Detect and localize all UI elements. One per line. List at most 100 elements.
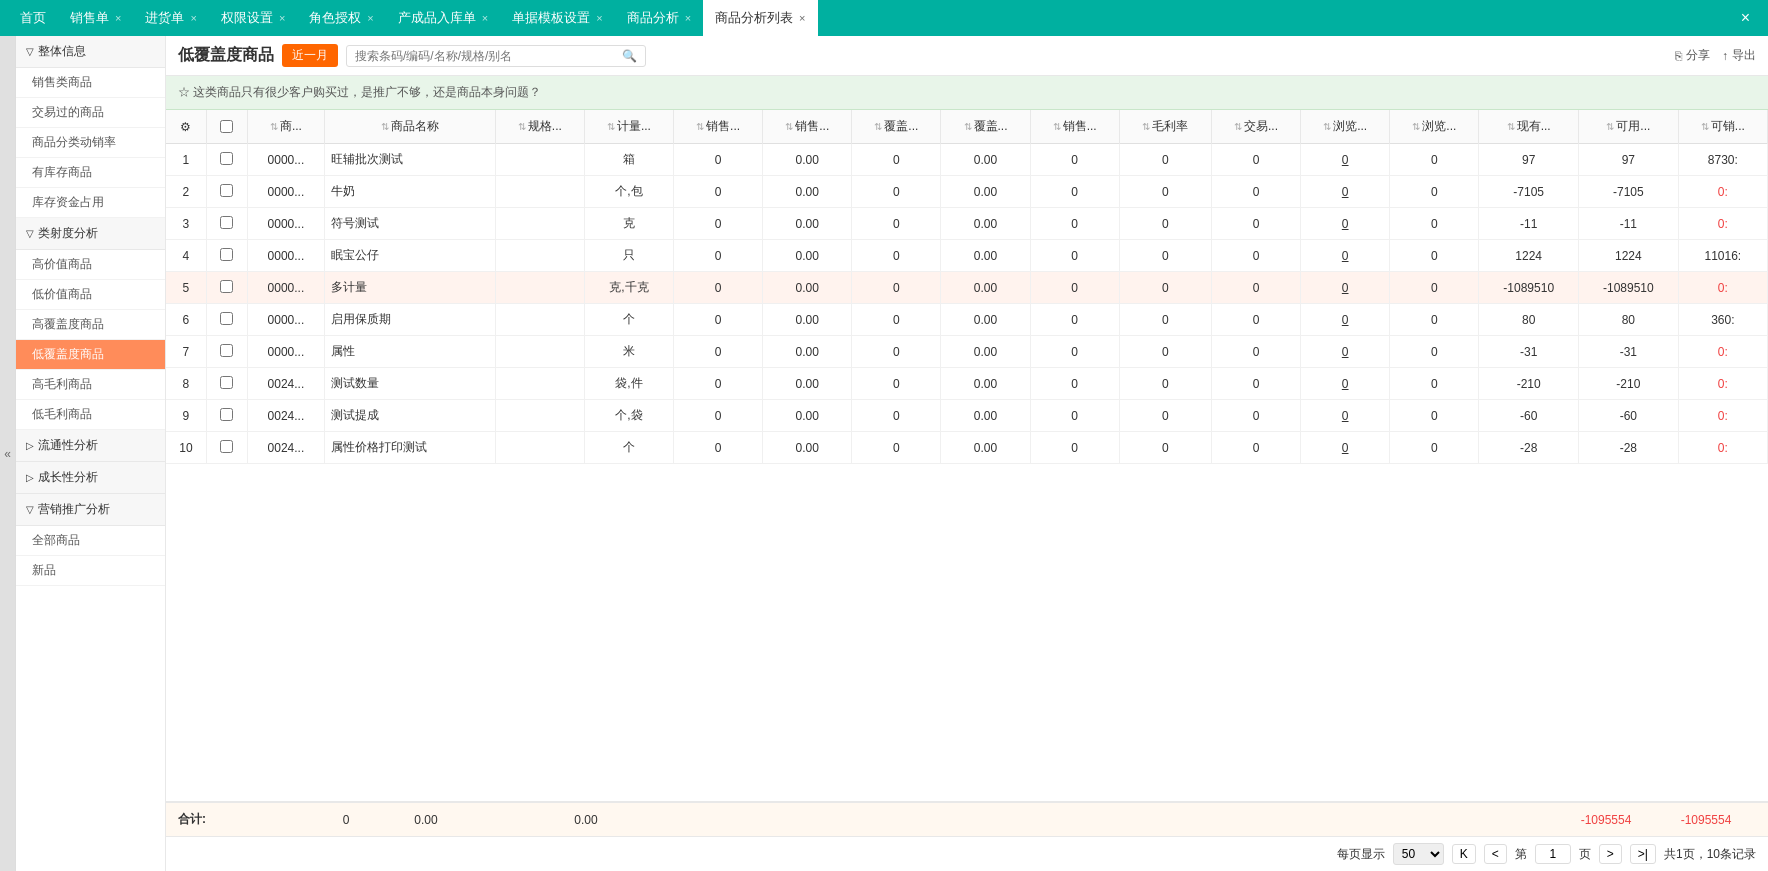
nav-template-settings[interactable]: 单据模板设置 × [500, 0, 614, 36]
sidebar-item-low-value[interactable]: 低价值商品 [16, 280, 165, 310]
th-browse2[interactable]: ⇅浏览... [1390, 110, 1479, 144]
cell-checkbox[interactable] [206, 208, 247, 240]
close-icon[interactable]: × [115, 12, 121, 24]
cell-checkbox[interactable] [206, 272, 247, 304]
row-checkbox[interactable] [220, 216, 233, 229]
sidebar-section-marketing[interactable]: ▽ 营销推广分析 [16, 494, 165, 526]
first-page-button[interactable]: K [1452, 844, 1476, 864]
sidebar-item-capital-occupation[interactable]: 库存资金占用 [16, 188, 165, 218]
close-icon[interactable]: × [685, 12, 691, 24]
nav-product-analysis[interactable]: 商品分析 × [615, 0, 703, 36]
cell-browse1[interactable]: 0 [1301, 272, 1390, 304]
nav-product-analysis-list[interactable]: 商品分析列表 × [703, 0, 817, 36]
th-saleable[interactable]: ⇅可销... [1678, 110, 1767, 144]
sidebar-item-traded-products[interactable]: 交易过的商品 [16, 98, 165, 128]
nav-purchase[interactable]: 进货单 × [133, 0, 208, 36]
sidebar-toggle-button[interactable]: « [0, 36, 16, 871]
th-cover1[interactable]: ⇅覆盖... [852, 110, 941, 144]
close-icon[interactable]: × [190, 12, 196, 24]
next-page-button[interactable]: > [1599, 844, 1622, 864]
sidebar-item-high-coverage[interactable]: 高覆盖度商品 [16, 310, 165, 340]
cell-browse1[interactable]: 0 [1301, 208, 1390, 240]
sidebar-item-new-products[interactable]: 新品 [16, 556, 165, 586]
cell-browse1[interactable]: 0 [1301, 400, 1390, 432]
close-icon[interactable]: × [482, 12, 488, 24]
row-checkbox[interactable] [220, 184, 233, 197]
th-checkbox[interactable] [206, 110, 247, 144]
cell-checkbox[interactable] [206, 144, 247, 176]
cell-browse1[interactable]: 0 [1301, 304, 1390, 336]
close-icon-active[interactable]: × [799, 12, 805, 24]
sidebar-section-quality[interactable]: ▽ 类射度分析 [16, 218, 165, 250]
sidebar-item-high-value[interactable]: 高价值商品 [16, 250, 165, 280]
table-wrapper[interactable]: ⚙ ⇅商... ⇅商品名称 ⇅规格... ⇅计量... ⇅销售... ⇅销售..… [166, 110, 1768, 801]
th-sales-amt[interactable]: ⇅销售... [763, 110, 852, 144]
row-checkbox[interactable] [220, 280, 233, 293]
cell-checkbox[interactable] [206, 432, 247, 464]
cell-browse1[interactable]: 0 [1301, 144, 1390, 176]
th-unit[interactable]: ⇅计量... [584, 110, 673, 144]
sidebar-section-overall[interactable]: ▽ 整体信息 [16, 36, 165, 68]
sidebar-section-flow[interactable]: ▷ 流通性分析 [16, 430, 165, 462]
row-checkbox[interactable] [220, 312, 233, 325]
row-checkbox[interactable] [220, 440, 233, 453]
nav-home[interactable]: 首页 [8, 0, 58, 36]
cell-browse1[interactable]: 0 [1301, 432, 1390, 464]
row-checkbox[interactable] [220, 248, 233, 261]
close-all-button[interactable]: × [1731, 9, 1760, 27]
th-available-stock[interactable]: ⇅可用... [1579, 110, 1679, 144]
prev-page-button[interactable]: < [1484, 844, 1507, 864]
th-code[interactable]: ⇅商... [247, 110, 325, 144]
close-icon[interactable]: × [279, 12, 285, 24]
cell-checkbox[interactable] [206, 304, 247, 336]
share-button[interactable]: ⎘ 分享 [1675, 47, 1710, 64]
nav-roles[interactable]: 角色授权 × [297, 0, 385, 36]
close-icon[interactable]: × [367, 12, 373, 24]
th-sales-qty[interactable]: ⇅销售... [674, 110, 763, 144]
cell-checkbox[interactable] [206, 240, 247, 272]
cell-checkbox[interactable] [206, 336, 247, 368]
cell-cover1: 0 [852, 400, 941, 432]
th-margin[interactable]: ⇅毛利率 [1119, 110, 1211, 144]
cell-checkbox[interactable] [206, 176, 247, 208]
select-all-checkbox[interactable] [220, 120, 233, 133]
row-checkbox[interactable] [220, 152, 233, 165]
th-sales3[interactable]: ⇅销售... [1030, 110, 1119, 144]
row-checkbox[interactable] [220, 408, 233, 421]
sidebar-section-growth[interactable]: ▷ 成长性分析 [16, 462, 165, 494]
cell-browse2: 0 [1390, 240, 1479, 272]
sidebar-item-high-margin[interactable]: 高毛利商品 [16, 370, 165, 400]
row-checkbox[interactable] [220, 344, 233, 357]
sidebar-item-low-margin[interactable]: 低毛利商品 [16, 400, 165, 430]
sidebar-item-category-turnover[interactable]: 商品分类动销率 [16, 128, 165, 158]
page-size-select[interactable]: 10 20 50 100 [1393, 843, 1444, 865]
cell-browse1[interactable]: 0 [1301, 336, 1390, 368]
th-browse1[interactable]: ⇅浏览... [1301, 110, 1390, 144]
th-current-stock[interactable]: ⇅现有... [1479, 110, 1579, 144]
th-name[interactable]: ⇅商品名称 [325, 110, 495, 144]
th-cover2[interactable]: ⇅覆盖... [941, 110, 1030, 144]
th-trade[interactable]: ⇅交易... [1211, 110, 1300, 144]
cell-browse1[interactable]: 0 [1301, 240, 1390, 272]
search-input[interactable] [355, 49, 622, 63]
row-checkbox[interactable] [220, 376, 233, 389]
nav-sales[interactable]: 销售单 × [58, 0, 133, 36]
cell-checkbox[interactable] [206, 400, 247, 432]
sidebar-item-low-coverage[interactable]: 低覆盖度商品 [16, 340, 165, 370]
th-spec[interactable]: ⇅规格... [495, 110, 584, 144]
page-number-input[interactable] [1535, 844, 1571, 864]
export-button[interactable]: ↑ 导出 [1722, 47, 1756, 64]
cell-saleable: 8730: [1678, 144, 1767, 176]
nav-product-inbound[interactable]: 产成品入库单 × [386, 0, 500, 36]
last-page-button[interactable]: >| [1630, 844, 1656, 864]
cell-checkbox[interactable] [206, 368, 247, 400]
sidebar-item-in-stock-products[interactable]: 有库存商品 [16, 158, 165, 188]
th-settings[interactable]: ⚙ [166, 110, 206, 144]
cell-browse1[interactable]: 0 [1301, 176, 1390, 208]
time-filter-button[interactable]: 近一月 [282, 44, 338, 67]
sidebar-item-sales-products[interactable]: 销售类商品 [16, 68, 165, 98]
nav-permissions[interactable]: 权限设置 × [209, 0, 297, 36]
cell-browse1[interactable]: 0 [1301, 368, 1390, 400]
close-icon[interactable]: × [596, 12, 602, 24]
sidebar-item-all-products[interactable]: 全部商品 [16, 526, 165, 556]
